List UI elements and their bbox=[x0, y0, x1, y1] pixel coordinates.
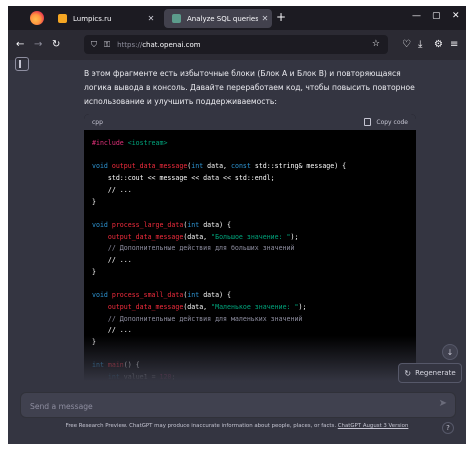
code-line: // Дополнительные действия для маленьких… bbox=[92, 314, 303, 323]
regenerate-icon: ↻ bbox=[404, 368, 412, 378]
url-bar[interactable]: ⛉ ⚿ https:// chat.openai.com ☆ bbox=[84, 35, 388, 54]
tab-label: Analyze SQL queries bbox=[187, 14, 258, 23]
code-line: void process_small_data(int data) { bbox=[92, 291, 231, 300]
close-tab-icon[interactable]: ✕ bbox=[258, 14, 272, 23]
code-line: #include <iostream> bbox=[92, 139, 168, 147]
tab-label: Lumpics.ru bbox=[73, 14, 112, 23]
nav-bar: ← → ↻ ⛉ ⚿ https:// chat.openai.com ☆ ♡ ⤓… bbox=[8, 30, 466, 60]
new-tab-button[interactable]: + bbox=[276, 10, 286, 24]
maximize-icon[interactable]: ▢ bbox=[432, 11, 441, 21]
close-tab-icon[interactable]: ✕ bbox=[144, 14, 158, 23]
code-line: // ... bbox=[92, 256, 132, 265]
bookmark-star-icon[interactable]: ☆ bbox=[372, 39, 380, 49]
code-line: output_data_message(data, "Маленькое зна… bbox=[107, 302, 307, 311]
assistant-message-text: В этом фрагменте есть избыточные блоки (… bbox=[84, 69, 415, 106]
code-line: } bbox=[92, 267, 96, 276]
clipboard-icon bbox=[364, 118, 372, 126]
close-window-icon[interactable]: ✕ bbox=[452, 11, 460, 21]
forward-arrow-icon[interactable]: → bbox=[34, 39, 42, 50]
help-button[interactable]: ? bbox=[442, 422, 454, 434]
version-link[interactable]: ChatGPT August 3 Version bbox=[338, 423, 409, 429]
minimize-icon[interactable]: — bbox=[412, 11, 421, 21]
code-line: std::cout << message << data << std::end… bbox=[92, 174, 275, 183]
sidebar-toggle-button[interactable] bbox=[15, 57, 29, 71]
tab-strip: Lumpics.ru ✕ Analyze SQL queries ✕ + — ▢… bbox=[8, 6, 466, 30]
code-line: void process_large_data(int data) { bbox=[92, 220, 231, 229]
code-header: cpp Copy code bbox=[84, 114, 416, 130]
message-input[interactable] bbox=[21, 393, 432, 419]
footer-disclaimer: Free Research Preview. ChatGPT may produ… bbox=[8, 423, 466, 429]
chatgpt-favicon-icon bbox=[172, 14, 181, 23]
scroll-down-button[interactable]: ↓ bbox=[442, 344, 458, 360]
tab-analyze-sql[interactable]: Analyze SQL queries ✕ bbox=[164, 9, 272, 28]
copy-code-label: Copy code bbox=[376, 118, 408, 126]
url-host: chat.openai.com bbox=[142, 40, 201, 49]
tab-lumpics[interactable]: Lumpics.ru ✕ bbox=[50, 9, 158, 28]
copy-code-button[interactable]: Copy code bbox=[364, 118, 408, 126]
lumpics-favicon-icon bbox=[58, 14, 67, 23]
menu-icon[interactable]: ≡ bbox=[450, 39, 458, 50]
message-composer: ➤ bbox=[20, 392, 456, 419]
browser-window: Lumpics.ru ✕ Analyze SQL queries ✕ + — ▢… bbox=[8, 6, 466, 444]
code-line: // Дополнительные действия для больших з… bbox=[92, 244, 295, 253]
downloads-icon[interactable]: ⤓ bbox=[418, 39, 422, 50]
send-icon[interactable]: ➤ bbox=[439, 398, 447, 409]
code-line: output_data_message(data, "Большое значе… bbox=[107, 232, 299, 241]
back-arrow-icon[interactable]: ← bbox=[16, 39, 24, 50]
firefox-logo-icon[interactable] bbox=[30, 11, 44, 25]
reload-icon[interactable]: ↻ bbox=[52, 39, 60, 50]
footer-text: Free Research Preview. ChatGPT may produ… bbox=[65, 423, 338, 429]
url-protocol: https:// bbox=[117, 40, 143, 49]
code-line: } bbox=[92, 197, 96, 206]
permissions-icon[interactable]: ⚿ bbox=[104, 40, 110, 50]
pocket-icon[interactable]: ♡ bbox=[402, 39, 411, 50]
regenerate-button[interactable]: ↻ Regenerate bbox=[398, 363, 462, 383]
code-line: // ... bbox=[92, 185, 132, 194]
code-line: void output_data_message(int data, const… bbox=[92, 162, 347, 171]
code-language: cpp bbox=[92, 118, 103, 126]
regenerate-label: Regenerate bbox=[415, 369, 456, 377]
shield-icon[interactable]: ⛉ bbox=[91, 40, 97, 50]
extensions-icon[interactable]: ⚙ bbox=[434, 39, 443, 50]
